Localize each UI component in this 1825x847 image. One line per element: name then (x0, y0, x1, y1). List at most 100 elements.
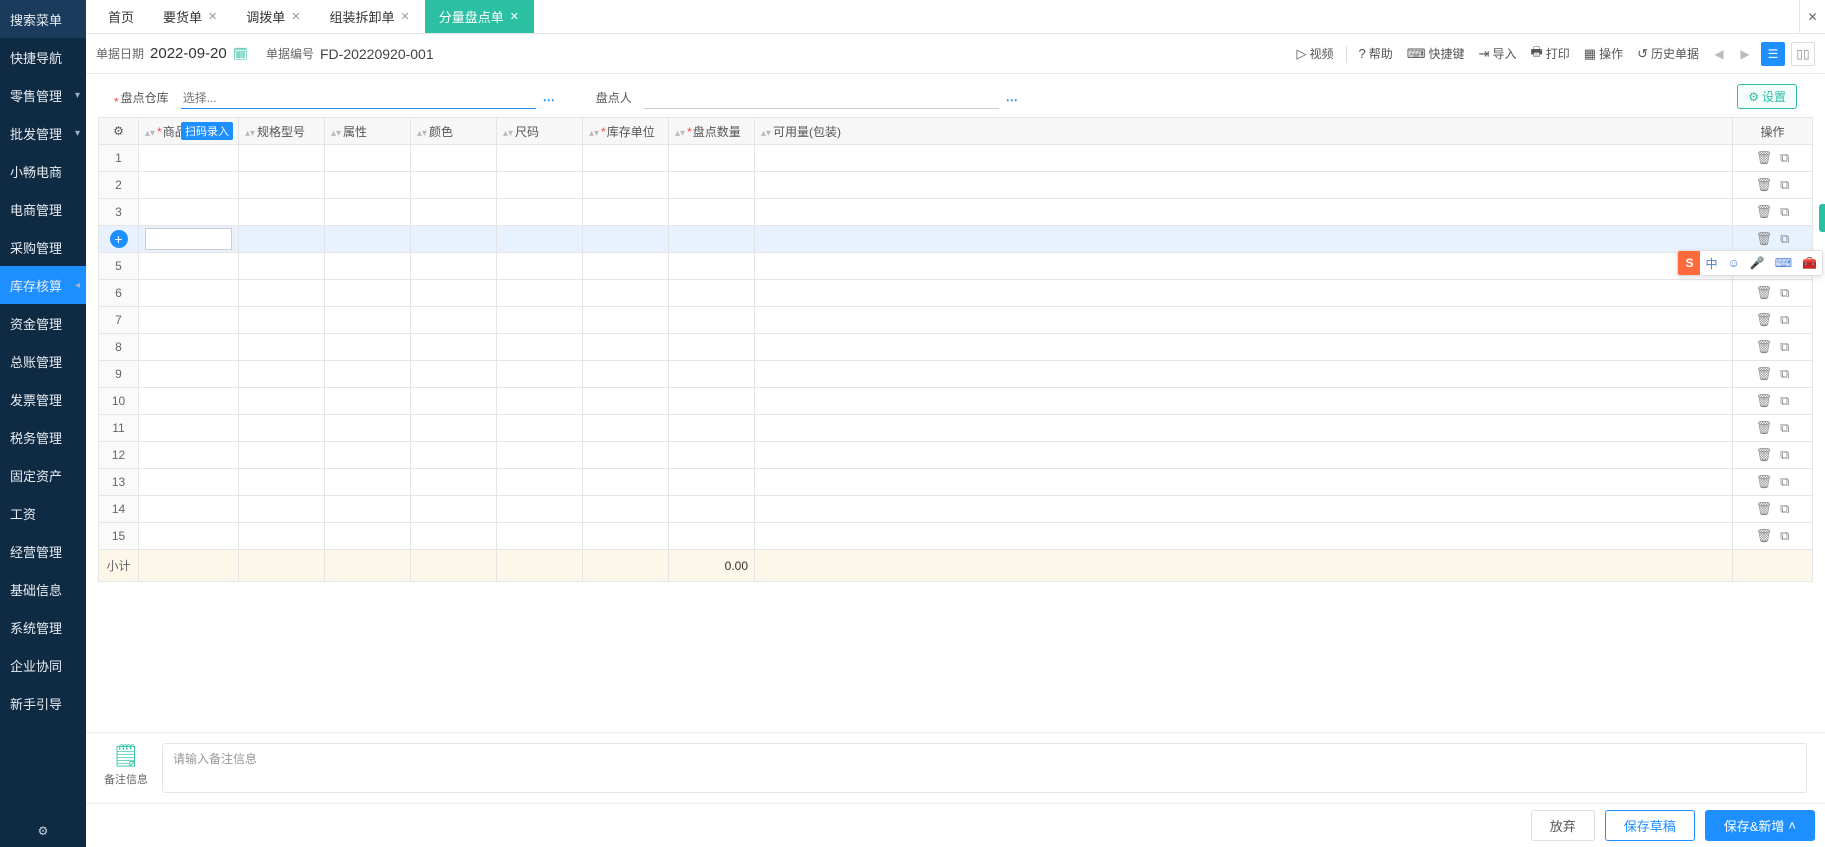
row-number[interactable]: 10 (99, 388, 139, 415)
person-input[interactable] (644, 88, 999, 109)
grid-cell[interactable] (497, 145, 583, 172)
row-number[interactable]: 6 (99, 280, 139, 307)
table-row[interactable]: 1🗑⧉ (99, 145, 1813, 172)
delete-icon[interactable]: 🗑 (1756, 528, 1773, 543)
sidebar-item-xiaochang[interactable]: 小畅电商 (0, 152, 86, 190)
grid-cell[interactable] (583, 226, 669, 253)
grid-cell[interactable] (755, 523, 1733, 550)
grid-cell[interactable] (411, 172, 497, 199)
nav-prev[interactable]: ◀ (1709, 44, 1729, 64)
copy-icon[interactable]: ⧉ (1780, 339, 1789, 354)
grid-cell[interactable] (411, 415, 497, 442)
tab-weightcount[interactable]: 分量盘点单✕ (425, 0, 534, 33)
col-color[interactable]: ▴▾颜色 (411, 118, 497, 145)
view-list[interactable]: ☰ (1761, 42, 1785, 66)
grid-cell[interactable] (583, 307, 669, 334)
col-config[interactable]: ⚙ (99, 118, 139, 145)
grid-cell[interactable] (139, 442, 239, 469)
grid-cell[interactable] (583, 523, 669, 550)
grid-cell[interactable] (325, 145, 411, 172)
grid-cell[interactable] (755, 226, 1733, 253)
grid-cell[interactable] (411, 361, 497, 388)
row-number[interactable]: 3 (99, 199, 139, 226)
row-number[interactable]: 14 (99, 496, 139, 523)
grid-cell[interactable] (139, 388, 239, 415)
row-number[interactable]: 1 (99, 145, 139, 172)
sidebar-item-generalledger[interactable]: 总账管理 (0, 342, 86, 380)
table-row[interactable]: +🗑⧉ (99, 226, 1813, 253)
sidebar-item-basicinfo[interactable]: 基础信息 (0, 570, 86, 608)
settings-button[interactable]: ⚙设置 (1737, 84, 1797, 109)
sidebar-item-business[interactable]: 经营管理 (0, 532, 86, 570)
copy-icon[interactable]: ⧉ (1780, 393, 1789, 408)
grid-cell[interactable] (139, 280, 239, 307)
sidebar-item-inventory[interactable]: 库存核算◂ (0, 266, 86, 304)
grid-cell[interactable] (669, 145, 755, 172)
nav-next[interactable]: ▶ (1735, 44, 1755, 64)
cell-input[interactable] (145, 228, 232, 250)
grid-cell[interactable] (583, 199, 669, 226)
grid-cell[interactable] (669, 226, 755, 253)
grid-cell[interactable] (239, 145, 325, 172)
grid-cell[interactable] (239, 442, 325, 469)
grid-cell[interactable] (497, 226, 583, 253)
delete-icon[interactable]: 🗑 (1756, 474, 1773, 489)
row-number[interactable]: 8 (99, 334, 139, 361)
grid-cell[interactable] (669, 442, 755, 469)
shortcut-link[interactable]: ⌨快捷键 (1403, 42, 1469, 65)
grid-cell[interactable] (497, 307, 583, 334)
grid-cell[interactable] (669, 172, 755, 199)
grid-cell[interactable] (583, 172, 669, 199)
row-number[interactable]: 5 (99, 253, 139, 280)
grid-cell[interactable] (239, 415, 325, 442)
sidebar-item-salary[interactable]: 工资 (0, 494, 86, 532)
close-icon[interactable]: ✕ (510, 10, 519, 23)
col-available[interactable]: ▴▾可用量(包装) (755, 118, 1733, 145)
delete-icon[interactable]: 🗑 (1756, 447, 1773, 462)
copy-icon[interactable]: ⧉ (1780, 177, 1789, 192)
copy-icon[interactable]: ⧉ (1780, 474, 1789, 489)
delete-icon[interactable]: 🗑 (1756, 501, 1773, 516)
sidebar-item-quicknav[interactable]: 快捷导航 (0, 38, 86, 76)
col-size[interactable]: ▴▾尺码 (497, 118, 583, 145)
remark-input[interactable]: 请输入备注信息 (162, 743, 1807, 793)
sidebar-item-funds[interactable]: 资金管理 (0, 304, 86, 342)
grid-cell[interactable] (669, 307, 755, 334)
ime-keyboard-icon[interactable]: ⌨ (1770, 251, 1797, 275)
tab-transfer[interactable]: 调拨单✕ (232, 0, 315, 33)
grid-cell[interactable] (139, 226, 239, 253)
grid-cell[interactable] (497, 199, 583, 226)
close-all-tabs[interactable]: ✕ (1799, 0, 1825, 33)
grid-cell[interactable] (411, 307, 497, 334)
col-spec[interactable]: ▴▾规格型号 (239, 118, 325, 145)
grid-cell[interactable] (755, 307, 1733, 334)
table-row[interactable]: 13 🗑 ⧉ (99, 469, 1813, 496)
delete-icon[interactable]: 🗑 (1756, 393, 1773, 408)
close-icon[interactable]: ✕ (401, 10, 410, 23)
grid-cell[interactable] (497, 253, 583, 280)
copy-icon[interactable]: ⧉ (1780, 204, 1789, 219)
help-link[interactable]: ?帮助 (1355, 42, 1397, 65)
more-icon[interactable]: ⋯ (543, 93, 556, 107)
grid-cell[interactable] (755, 442, 1733, 469)
grid-cell[interactable] (411, 280, 497, 307)
copy-icon[interactable]: ⧉ (1780, 366, 1789, 381)
grid-cell[interactable] (497, 523, 583, 550)
grid-cell[interactable] (325, 307, 411, 334)
history-link[interactable]: ↺历史单据 (1633, 42, 1703, 65)
row-number[interactable]: 15 (99, 523, 139, 550)
grid-cell[interactable] (755, 388, 1733, 415)
view-card[interactable]: ▯▯ (1791, 42, 1815, 66)
copy-icon[interactable]: ⧉ (1780, 285, 1789, 300)
table-row[interactable]: 14🗑⧉ (99, 496, 1813, 523)
gear-icon[interactable]: ⚙ (0, 815, 86, 847)
delete-icon[interactable]: 🗑 (1756, 339, 1773, 354)
warehouse-input[interactable] (181, 88, 536, 109)
delete-icon[interactable]: 🗑 (1756, 204, 1773, 219)
discard-button[interactable]: 放弃 (1531, 810, 1595, 841)
row-number[interactable]: 13 (99, 469, 139, 496)
grid-cell[interactable] (583, 145, 669, 172)
grid-cell[interactable] (583, 415, 669, 442)
grid-cell[interactable] (139, 253, 239, 280)
table-row[interactable]: 6🗑⧉ (99, 280, 1813, 307)
